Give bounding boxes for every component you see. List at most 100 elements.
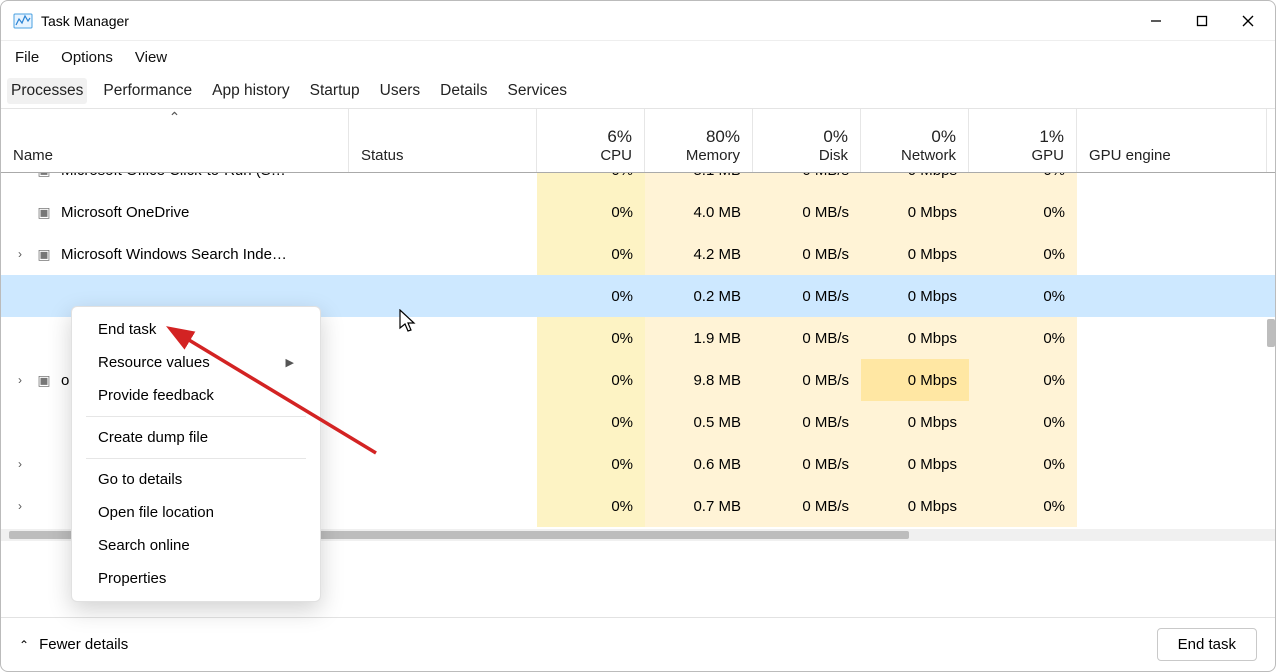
col-memory[interactable]: 80% Memory [645,109,753,172]
tab-processes[interactable]: Processes [7,78,87,104]
table-row[interactable]: ›▣Microsoft Windows Search Inde…0%4.2 MB… [1,233,1275,275]
ctx-open-location[interactable]: Open file location [72,496,320,529]
status-cell [349,275,537,317]
status-cell [349,233,537,275]
gpu-engine-cell [1077,359,1267,401]
menu-file[interactable]: File [15,49,39,66]
gpu-engine-cell [1077,401,1267,443]
process-icon: ▣ [35,203,53,221]
col-name[interactable]: ⌃ Name [1,109,349,172]
ctx-create-dump[interactable]: Create dump file [72,421,320,454]
gpu-engine-cell [1077,443,1267,485]
chevron-right-icon: ▶ [286,356,294,369]
mem-cell: 0.6 MB [645,443,753,485]
gpu-engine-cell [1077,317,1267,359]
gpu-engine-cell [1077,275,1267,317]
vertical-scrollbar[interactable] [1267,199,1275,577]
menu-options[interactable]: Options [61,49,113,66]
gpu-cell: 0% [969,173,1077,191]
tab-users[interactable]: Users [376,78,424,104]
disk-cell: 0 MB/s [753,191,861,233]
mem-cell: 4.0 MB [645,191,753,233]
tab-details[interactable]: Details [436,78,491,104]
fewer-details-toggle[interactable]: ⌃ Fewer details [19,636,128,653]
process-icon: ▣ [35,245,53,263]
status-cell [349,173,537,191]
status-cell [349,443,537,485]
ctx-properties[interactable]: Properties [72,562,320,595]
cpu-cell: 0% [537,233,645,275]
mem-cell: 0.5 MB [645,401,753,443]
disk-cell: 0 MB/s [753,233,861,275]
ctx-search-online[interactable]: Search online [72,529,320,562]
ctx-provide-feedback[interactable]: Provide feedback [72,379,320,412]
net-cell: 0 Mbps [861,233,969,275]
status-cell [349,191,537,233]
gpu-cell: 0% [969,233,1077,275]
disk-cell: 0 MB/s [753,173,861,191]
disk-cell: 0 MB/s [753,485,861,527]
expand-icon[interactable]: › [13,247,27,261]
tab-performance[interactable]: Performance [99,78,196,104]
minimize-button[interactable] [1133,1,1179,41]
col-disk[interactable]: 0% Disk [753,109,861,172]
net-cell: 0 Mbps [861,485,969,527]
net-cell: 0 Mbps [861,173,969,191]
status-cell [349,401,537,443]
cpu-cell: 0% [537,359,645,401]
process-name: Microsoft Office Click-to-Run (S… [61,173,286,179]
net-cell: 0 Mbps [861,275,969,317]
window-title: Task Manager [41,13,129,29]
expand-icon[interactable]: › [13,373,27,387]
gpu-engine-cell [1077,485,1267,527]
table-row[interactable]: ›▣Microsoft Office Click-to-Run (S… 0% 5.1… [1,173,1275,191]
process-name-cell[interactable]: ▣ Microsoft OneDrive [1,191,349,233]
tab-app-history[interactable]: App history [208,78,294,104]
maximize-button[interactable] [1179,1,1225,41]
gpu-cell: 0% [969,359,1077,401]
tab-startup[interactable]: Startup [306,78,364,104]
col-network[interactable]: 0% Network [861,109,969,172]
mem-cell: 5.1 MB [645,173,753,191]
window-controls [1133,1,1271,41]
process-name: Microsoft OneDrive [61,204,189,221]
cpu-cell: 0% [537,443,645,485]
process-name-cell[interactable]: ›▣Microsoft Office Click-to-Run (S… [1,173,349,191]
expand-icon[interactable]: › [13,457,27,471]
sort-indicator-icon: ⌃ [169,109,181,126]
expand-icon[interactable]: › [13,499,27,513]
disk-cell: 0 MB/s [753,401,861,443]
status-cell [349,485,537,527]
close-button[interactable] [1225,1,1271,41]
menu-view[interactable]: View [135,49,167,66]
tab-bar: Processes Performance App history Startu… [1,73,1275,109]
gpu-cell: 0% [969,191,1077,233]
status-cell [349,359,537,401]
col-cpu[interactable]: 6% CPU [537,109,645,172]
cpu-cell: 0% [537,191,645,233]
net-cell: 0 Mbps [861,317,969,359]
gpu-engine-cell [1077,173,1267,191]
gpu-engine-cell [1077,191,1267,233]
cpu-cell: 0% [537,401,645,443]
table-row[interactable]: ▣Microsoft OneDrive0%4.0 MB0 MB/s0 Mbps0… [1,191,1275,233]
col-gpu[interactable]: 1% GPU [969,109,1077,172]
title-bar: Task Manager [1,1,1275,41]
mem-cell: 4.2 MB [645,233,753,275]
separator [86,416,306,417]
ctx-go-to-details[interactable]: Go to details [72,463,320,496]
process-name-cell[interactable]: ›▣Microsoft Windows Search Inde… [1,233,349,275]
process-icon: ▣ [35,371,53,389]
mem-cell: 0.7 MB [645,485,753,527]
ctx-end-task[interactable]: End task [72,313,320,346]
footer: ⌃ Fewer details End task [1,617,1275,671]
end-task-button[interactable]: End task [1157,628,1257,661]
expand-icon[interactable]: › [13,173,27,177]
col-status[interactable]: Status [349,109,537,172]
ctx-resource-values[interactable]: Resource values▶ [72,346,320,379]
disk-cell: 0 MB/s [753,443,861,485]
col-gpu-engine[interactable]: GPU engine [1077,109,1267,172]
tab-services[interactable]: Services [504,78,571,104]
net-cell: 0 Mbps [861,191,969,233]
mem-cell: 9.8 MB [645,359,753,401]
